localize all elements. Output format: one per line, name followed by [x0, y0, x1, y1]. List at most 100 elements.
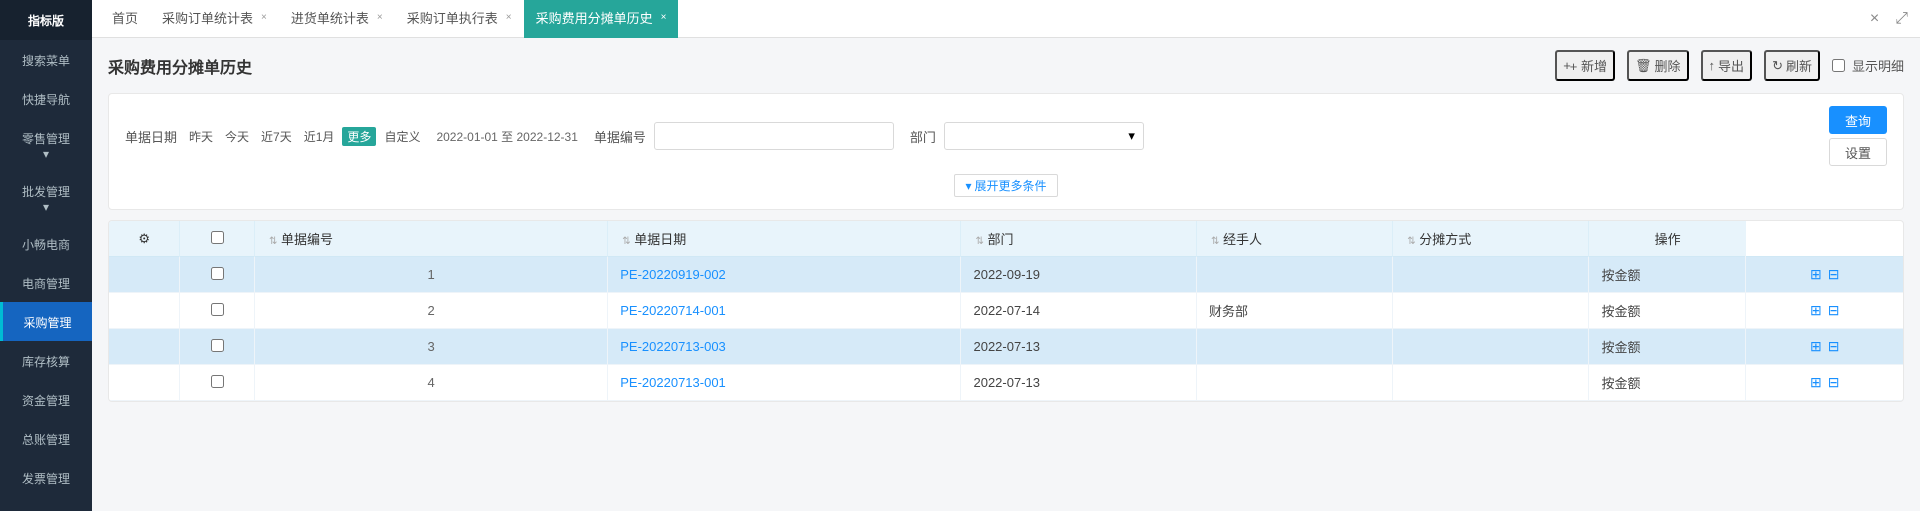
add-button[interactable]: + + 新增 [1555, 50, 1615, 81]
sidebar-item-finance[interactable]: 资金管理 [0, 380, 92, 419]
row-doc-num-4[interactable]: PE-20220713-001 [608, 365, 961, 401]
dept-select[interactable]: ▾ [944, 122, 1144, 150]
tab-close-purchase-cost-history[interactable]: × [661, 12, 667, 23]
table-row: 3 PE-20220713-003 2022-07-13 按金额 ⊞ ⊟ [109, 329, 1903, 365]
doc-num-link-1[interactable]: PE-20220919-002 [620, 267, 726, 282]
date-range-display: 2022-01-01 至 2022-12-31 [436, 128, 577, 145]
doc-num-link-3[interactable]: PE-20220713-003 [620, 339, 726, 354]
row-checkbox-1[interactable] [180, 257, 255, 293]
export-button[interactable]: ↑ 导出 [1701, 50, 1753, 81]
chevron-down-icon: ▾ [43, 200, 49, 214]
tab-close-purchase-order-exec[interactable]: × [506, 12, 512, 23]
sidebar-item-wholesale[interactable]: 批发管理 ▾ [0, 171, 92, 224]
date-shortcut-more[interactable]: 更多 [342, 127, 376, 146]
sidebar-item-accounting[interactable]: 总账管理 [0, 419, 92, 458]
tab-home[interactable]: 首页 [100, 0, 150, 38]
table-row: 4 PE-20220713-001 2022-07-13 按金额 ⊞ ⊟ [109, 365, 1903, 401]
show-cols-toggle[interactable]: 显示明细 [1832, 56, 1904, 75]
row-checkbox-4[interactable] [180, 365, 255, 401]
tab-purchase-order-stat[interactable]: 采购订单统计表 × [150, 0, 279, 38]
data-table: ⚙ ⇅ 单据编号 ⇅ 单据日期 [109, 221, 1903, 401]
row-select-4[interactable] [211, 375, 224, 388]
close-window-button[interactable]: × [1866, 8, 1883, 30]
table-container: ⚙ ⇅ 单据编号 ⇅ 单据日期 [108, 220, 1904, 402]
row-doc-date-2: 2022-07-14 [961, 293, 1196, 329]
delete-icon-4[interactable]: ⊟ [1828, 374, 1840, 391]
filter-settings-button[interactable]: 设置 [1829, 138, 1887, 166]
row-select-2[interactable] [211, 303, 224, 316]
sidebar-item-search[interactable]: 搜索菜单 [0, 40, 92, 79]
row-doc-num-1[interactable]: PE-20220919-002 [608, 257, 961, 293]
expand-conditions-button[interactable]: ▾ 展开更多条件 [954, 174, 1057, 197]
sidebar-item-inventory[interactable]: 库存核算 [0, 341, 92, 380]
sort-icon: ⇅ [269, 236, 277, 247]
row-dept-3 [1196, 329, 1392, 365]
edit-icon-4[interactable]: ⊞ [1810, 374, 1822, 391]
sidebar-logo: 指标版 [0, 0, 92, 40]
table-checkbox-header[interactable] [180, 221, 255, 257]
row-doc-date-3: 2022-07-13 [961, 329, 1196, 365]
row-settings-4 [109, 365, 180, 401]
maximize-window-button[interactable]: ⤢ [1891, 8, 1912, 30]
delete-button[interactable]: 🗑 删除 [1627, 50, 1689, 81]
show-cols-checkbox[interactable] [1832, 59, 1845, 72]
row-select-3[interactable] [211, 339, 224, 352]
sidebar-item-shortcut[interactable]: 快捷导航 [0, 79, 92, 118]
delete-icon-3[interactable]: ⊟ [1828, 338, 1840, 355]
doc-num-filter-group: 单据编号 [594, 122, 894, 150]
delete-icon-2[interactable]: ⊟ [1828, 302, 1840, 319]
tab-purchase-cost-history[interactable]: 采购费用分摊单历史 × [524, 0, 679, 38]
refresh-button[interactable]: ↻ 刷新 [1764, 50, 1820, 81]
sidebar-item-purchase[interactable]: 采购管理 [0, 302, 92, 341]
date-shortcut-custom[interactable]: 自定义 [380, 127, 424, 146]
edit-icon-2[interactable]: ⊞ [1810, 302, 1822, 319]
row-dept-4 [1196, 365, 1392, 401]
row-num-1: 1 [255, 257, 608, 293]
tab-purchase-order-exec[interactable]: 采购订单执行表 × [395, 0, 524, 38]
sidebar-item-mini[interactable]: 小畅电商 [0, 224, 92, 263]
table-row: 2 PE-20220714-001 2022-07-14 财务部 按金额 ⊞ ⊟ [109, 293, 1903, 329]
page-header: 采购费用分摊单历史 + + 新增 🗑 删除 ↑ 导出 ↻ 刷新 [108, 50, 1904, 81]
delete-icon-1[interactable]: ⊟ [1828, 266, 1840, 283]
date-shortcut-7days[interactable]: 近7天 [257, 127, 296, 146]
row-checkbox-3[interactable] [180, 329, 255, 365]
col-header-split-method: ⇅ 分摊方式 [1393, 221, 1589, 257]
date-shortcut-yesterday[interactable]: 昨天 [185, 127, 217, 146]
row-handler-3 [1393, 329, 1589, 365]
doc-num-input[interactable] [654, 122, 894, 150]
doc-num-link-4[interactable]: PE-20220713-001 [620, 375, 726, 390]
col-header-action: 操作 [1589, 221, 1746, 257]
row-split-method-2: 按金额 [1589, 293, 1746, 329]
row-action-1: ⊞ ⊟ [1746, 257, 1903, 293]
row-doc-num-3[interactable]: PE-20220713-003 [608, 329, 961, 365]
date-shortcut-1month[interactable]: 近1月 [300, 127, 339, 146]
table-settings-header[interactable]: ⚙ [109, 221, 180, 257]
row-doc-date-4: 2022-07-13 [961, 365, 1196, 401]
table-header-row: ⚙ ⇅ 单据编号 ⇅ 单据日期 [109, 221, 1903, 257]
table-body: 1 PE-20220919-002 2022-09-19 按金额 ⊞ ⊟ 2 P… [109, 257, 1903, 401]
select-all-checkbox[interactable] [211, 231, 224, 244]
row-dept-2: 财务部 [1196, 293, 1392, 329]
row-select-1[interactable] [211, 267, 224, 280]
sidebar-item-retail[interactable]: 零售管理 ▾ [0, 118, 92, 171]
tab-close-purchase-order-stat[interactable]: × [261, 12, 267, 23]
row-checkbox-2[interactable] [180, 293, 255, 329]
sort-icon: ⇅ [1211, 236, 1219, 247]
edit-icon-3[interactable]: ⊞ [1810, 338, 1822, 355]
filter-row: 单据日期 昨天 今天 近7天 近1月 更多 自定义 2022-01-01 至 2… [125, 106, 1887, 166]
search-button[interactable]: 查询 [1829, 106, 1887, 134]
edit-icon-1[interactable]: ⊞ [1810, 266, 1822, 283]
sidebar-item-invoice[interactable]: 发票管理 [0, 458, 92, 497]
row-doc-num-2[interactable]: PE-20220714-001 [608, 293, 961, 329]
row-doc-date-1: 2022-09-19 [961, 257, 1196, 293]
trash-icon: 🗑 [1635, 58, 1652, 74]
doc-num-link-2[interactable]: PE-20220714-001 [620, 303, 726, 318]
sort-icon: ⇅ [975, 236, 983, 247]
sidebar-item-ecommerce[interactable]: 电商管理 [0, 263, 92, 302]
tab-goods-stat[interactable]: 进货单统计表 × [279, 0, 395, 38]
table-row: 1 PE-20220919-002 2022-09-19 按金额 ⊞ ⊟ [109, 257, 1903, 293]
tab-close-goods-stat[interactable]: × [377, 12, 383, 23]
date-shortcut-today[interactable]: 今天 [221, 127, 253, 146]
main-area: 首页 采购订单统计表 × 进货单统计表 × 采购订单执行表 × 采购费用分摊单历… [92, 0, 1920, 511]
content-area: 采购费用分摊单历史 + + 新增 🗑 删除 ↑ 导出 ↻ 刷新 [92, 38, 1920, 511]
